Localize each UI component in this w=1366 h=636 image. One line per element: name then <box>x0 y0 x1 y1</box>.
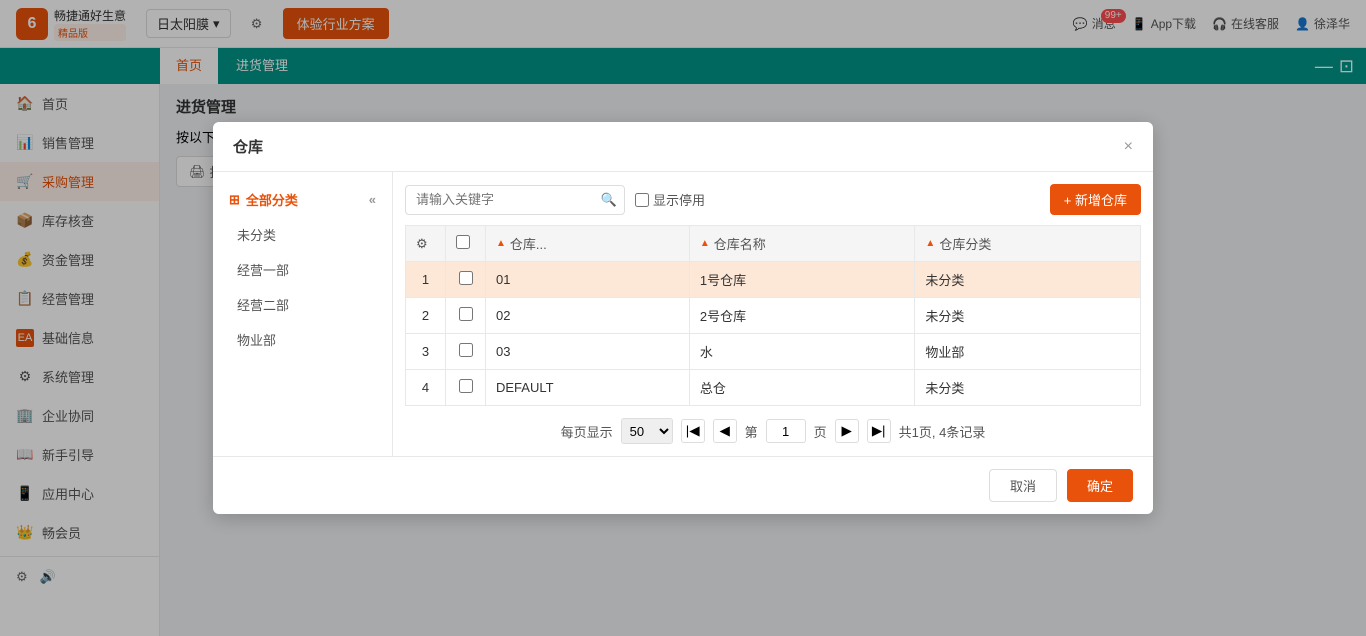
row-checkbox <box>446 370 486 406</box>
cancel-button[interactable]: 取消 <box>989 469 1057 502</box>
modal-footer: 取消 确定 <box>213 456 1153 514</box>
col-settings: ⚙ <box>406 226 446 262</box>
modal-close-button[interactable]: × <box>1124 138 1133 156</box>
row-select-checkbox[interactable] <box>459 379 473 393</box>
search-input[interactable] <box>405 185 625 215</box>
row-name: 水 <box>689 334 915 370</box>
col-category: ▲ 仓库分类 <box>915 226 1141 262</box>
row-num: 3 <box>406 334 446 370</box>
row-category: 物业部 <box>915 334 1141 370</box>
sort-icon3: ▲ <box>925 238 935 249</box>
sort-icon2: ▲ <box>700 238 710 249</box>
select-all-checkbox[interactable] <box>456 235 470 249</box>
col-code-label: 仓库... <box>510 234 547 253</box>
row-checkbox <box>446 334 486 370</box>
modal-header: 仓库 × <box>213 122 1153 172</box>
cat-item-ops1[interactable]: 经营一部 <box>213 252 392 287</box>
all-categories-label: 全部分类 <box>246 190 298 209</box>
first-page-button[interactable]: |◀ <box>681 419 705 443</box>
row-code: 02 <box>486 298 690 334</box>
row-code: 01 <box>486 262 690 298</box>
per-page-label: 每页显示 <box>561 422 613 441</box>
search-icon[interactable]: 🔍 <box>601 192 617 208</box>
row-num: 2 <box>406 298 446 334</box>
cat-item-uncategorized[interactable]: 未分类 <box>213 217 392 252</box>
table-area: 🔍 显示停用 + 新增仓库 ⚙ <box>393 172 1153 456</box>
table-row[interactable]: 4 DEFAULT 总仓 未分类 <box>406 370 1141 406</box>
settings-icon: ⚙ <box>416 236 428 251</box>
grid-icon: ⊞ <box>229 192 240 208</box>
row-checkbox <box>446 298 486 334</box>
page-label: 第 <box>745 422 758 441</box>
row-category: 未分类 <box>915 298 1141 334</box>
page-unit: 页 <box>814 422 827 441</box>
row-select-checkbox[interactable] <box>459 307 473 321</box>
warehouse-modal: 仓库 × ⊞ 全部分类 « 未分类 经营一部 经营二部 物业部 <box>213 122 1153 514</box>
col-name: ▲ 仓库名称 <box>689 226 915 262</box>
cat-item-property[interactable]: 物业部 <box>213 322 392 357</box>
modal-title: 仓库 <box>233 136 263 157</box>
modal-overlay: 仓库 × ⊞ 全部分类 « 未分类 经营一部 经营二部 物业部 <box>0 0 1366 636</box>
category-sidebar: ⊞ 全部分类 « 未分类 经营一部 经营二部 物业部 <box>213 172 393 456</box>
prev-page-button[interactable]: ◀ <box>713 419 737 443</box>
row-code: 03 <box>486 334 690 370</box>
row-num: 1 <box>406 262 446 298</box>
warehouse-table: ⚙ ▲ 仓库... <box>405 225 1141 406</box>
row-name: 1号仓库 <box>689 262 915 298</box>
table-row[interactable]: 2 02 2号仓库 未分类 <box>406 298 1141 334</box>
col-checkbox <box>446 226 486 262</box>
disabled-checkbox-input[interactable] <box>635 193 649 207</box>
search-wrap: 🔍 <box>405 185 625 215</box>
pagination: 每页显示 50 20 100 |◀ ◀ 第 页 ▶ ▶| 共1页, 4条记录 <box>405 418 1141 444</box>
cat-item-ops2[interactable]: 经营二部 <box>213 287 392 322</box>
show-disabled-checkbox[interactable]: 显示停用 <box>635 190 705 209</box>
all-categories-item[interactable]: ⊞ 全部分类 « <box>213 182 392 217</box>
table-toolbar: 🔍 显示停用 + 新增仓库 <box>405 184 1141 215</box>
row-code: DEFAULT <box>486 370 690 406</box>
row-category: 未分类 <box>915 370 1141 406</box>
confirm-button[interactable]: 确定 <box>1067 469 1133 502</box>
per-page-select[interactable]: 50 20 100 <box>621 418 673 444</box>
modal-body: ⊞ 全部分类 « 未分类 经营一部 经营二部 物业部 🔍 <box>213 172 1153 456</box>
last-page-button[interactable]: ▶| <box>867 419 891 443</box>
show-disabled-label: 显示停用 <box>653 190 705 209</box>
row-select-checkbox[interactable] <box>459 343 473 357</box>
row-select-checkbox[interactable] <box>459 271 473 285</box>
next-page-button[interactable]: ▶ <box>835 419 859 443</box>
row-name: 总仓 <box>689 370 915 406</box>
table-row[interactable]: 3 03 水 物业部 <box>406 334 1141 370</box>
row-category: 未分类 <box>915 262 1141 298</box>
sort-icon: ▲ <box>496 238 506 249</box>
page-input[interactable] <box>766 419 806 443</box>
col-name-label: 仓库名称 <box>714 234 766 253</box>
total-info: 共1页, 4条记录 <box>899 422 986 441</box>
col-code: ▲ 仓库... <box>486 226 690 262</box>
row-checkbox <box>446 262 486 298</box>
collapse-sidebar-button[interactable]: « <box>369 192 376 207</box>
row-name: 2号仓库 <box>689 298 915 334</box>
row-num: 4 <box>406 370 446 406</box>
table-row[interactable]: 1 01 1号仓库 未分类 <box>406 262 1141 298</box>
add-warehouse-button[interactable]: + 新增仓库 <box>1050 184 1141 215</box>
col-category-label: 仓库分类 <box>939 234 991 253</box>
